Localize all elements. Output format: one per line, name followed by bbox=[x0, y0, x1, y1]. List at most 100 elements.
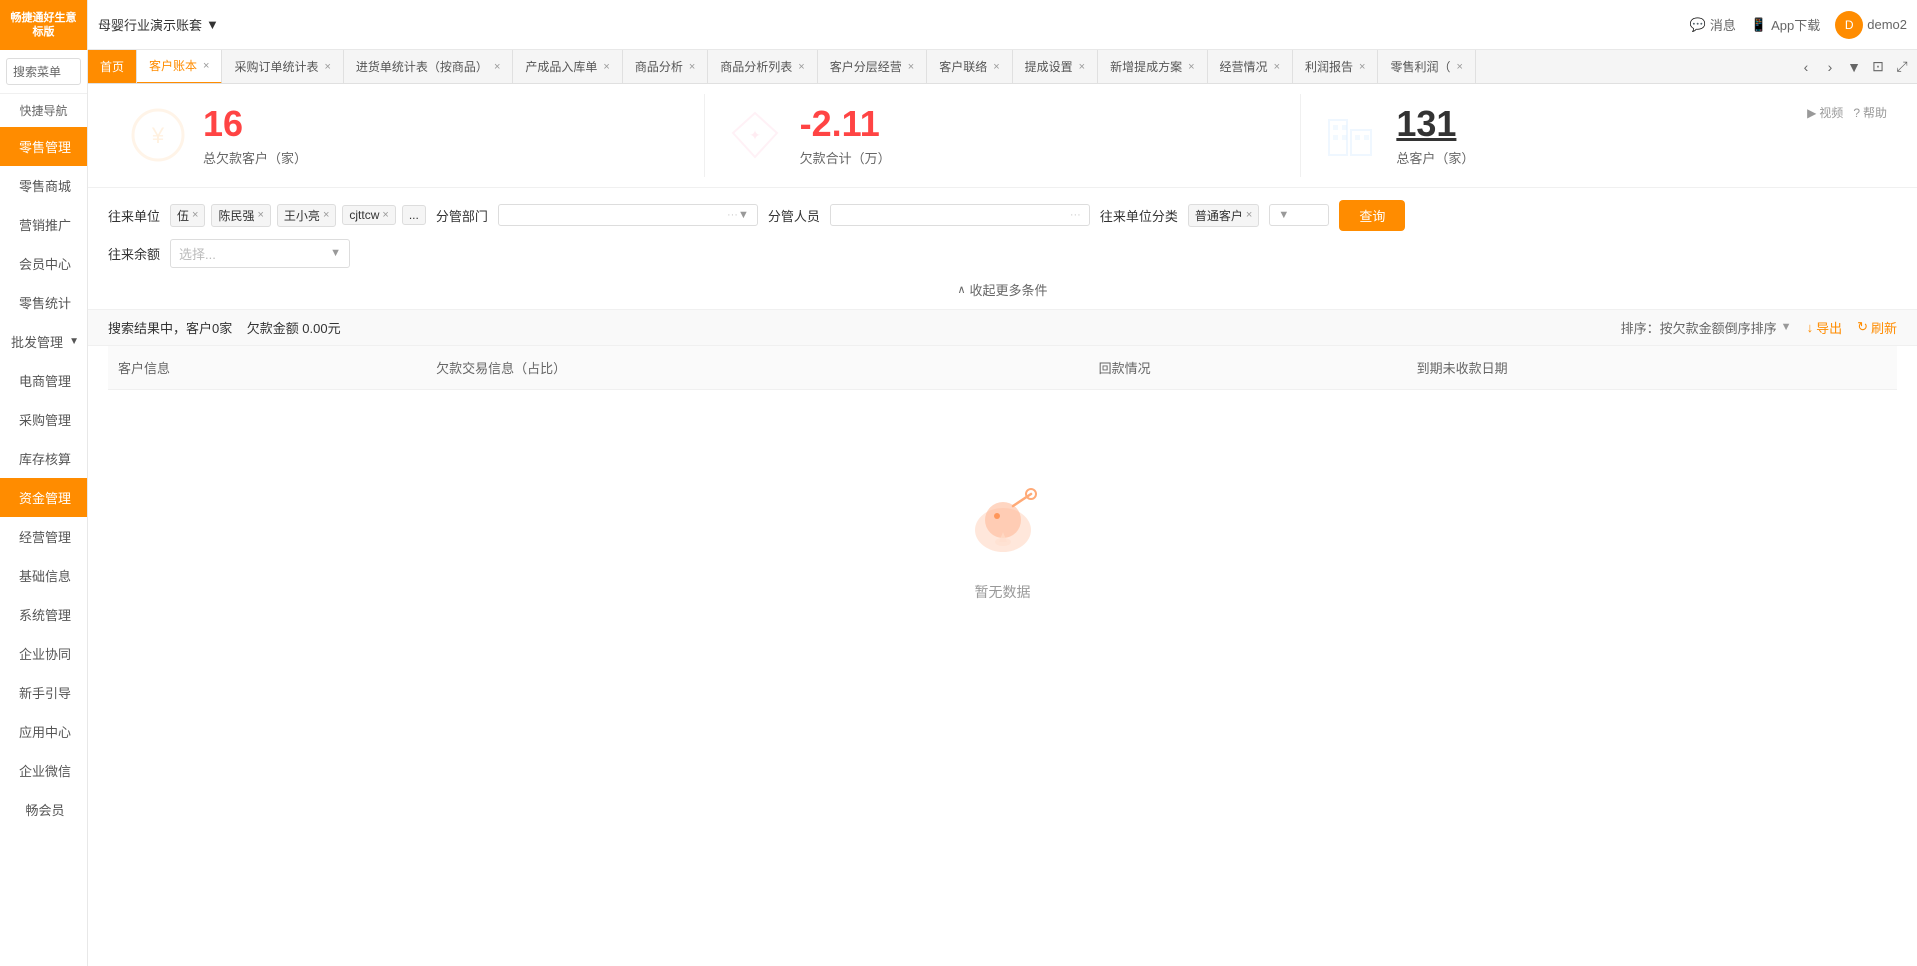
sidebar-item-app-center[interactable]: 应用中心 bbox=[0, 712, 87, 751]
sidebar-item-operations[interactable]: 经营管理 bbox=[0, 517, 87, 556]
tab-close-icon[interactable]: × bbox=[1188, 61, 1194, 73]
tab-next-button[interactable]: › bbox=[1819, 56, 1841, 78]
sidebar-item-basic-info[interactable]: 基础信息 bbox=[0, 556, 87, 595]
tab-close-icon[interactable]: × bbox=[603, 61, 609, 73]
tab-retail-profit[interactable]: 零售利润（ × bbox=[1378, 50, 1475, 84]
sidebar-item-wholesale[interactable]: 批发管理 ▼ bbox=[0, 322, 87, 361]
col-header-due-date: 到期未收款日期 bbox=[1407, 346, 1897, 390]
search-menu-button[interactable]: 搜索菜单 bbox=[6, 58, 81, 85]
tab-more-button[interactable]: ▼ bbox=[1843, 56, 1865, 78]
amount-select[interactable]: 选择... ▼ bbox=[170, 239, 350, 268]
unit-type-select[interactable]: ▼ bbox=[1269, 204, 1329, 226]
tag-remove-icon[interactable]: × bbox=[323, 209, 329, 221]
yuan-icon: ¥ bbox=[128, 105, 188, 165]
sidebar-item-marketing[interactable]: 营销推广 bbox=[0, 205, 87, 244]
sidebar-item-finance[interactable]: 资金管理 bbox=[0, 478, 87, 517]
sidebar-item-wechat[interactable]: 企业微信 bbox=[0, 751, 87, 790]
tab-product-analysis[interactable]: 商品分析 × bbox=[623, 50, 708, 84]
video-help-button[interactable]: ▶ 视频 bbox=[1807, 104, 1843, 121]
export-button[interactable]: ↓ 导出 bbox=[1807, 318, 1843, 337]
sidebar-item-guide[interactable]: 新手引导 bbox=[0, 673, 87, 712]
tab-customer-ledger[interactable]: 客户账本 × bbox=[137, 50, 222, 84]
tab-commission-settings[interactable]: 提成设置 × bbox=[1013, 50, 1098, 84]
building-icon bbox=[1321, 105, 1381, 165]
tab-close-icon[interactable]: × bbox=[1079, 61, 1085, 73]
tag-remove-icon[interactable]: × bbox=[192, 209, 198, 221]
quick-nav-button[interactable]: 快捷导航 bbox=[0, 94, 87, 127]
tab-inventory-stats[interactable]: 进货单统计表（按商品） × bbox=[344, 50, 513, 84]
sidebar-item-member2[interactable]: 畅会员 bbox=[0, 790, 87, 829]
tab-close-icon[interactable]: × bbox=[1274, 61, 1280, 73]
amount-filter-label: 往来余额 bbox=[108, 244, 160, 263]
app-download-button[interactable]: 📱 App下载 bbox=[1751, 15, 1820, 34]
tab-close-icon[interactable]: × bbox=[494, 61, 500, 73]
sidebar-item-retail-stats[interactable]: 零售统计 bbox=[0, 283, 87, 322]
export-icon: ↓ bbox=[1807, 320, 1814, 335]
search-results-actions: 排序：按欠款金额倒序排序 ▼ ↓ 导出 ↻ 刷新 bbox=[1621, 318, 1897, 337]
tab-close-icon[interactable]: × bbox=[1456, 61, 1462, 73]
refresh-button[interactable]: ↻ 刷新 bbox=[1857, 318, 1897, 337]
col-header-payment: 回款情况 bbox=[1089, 346, 1407, 390]
sidebar-item-inventory[interactable]: 库存核算 bbox=[0, 439, 87, 478]
help-button[interactable]: ? 帮助 bbox=[1853, 104, 1887, 121]
account-selector[interactable]: 母婴行业演示账套 ▼ bbox=[98, 15, 219, 34]
tab-customer-contact[interactable]: 客户联络 × bbox=[927, 50, 1012, 84]
tab-close-icon[interactable]: × bbox=[1359, 61, 1365, 73]
svg-text:¥: ¥ bbox=[151, 123, 165, 148]
tab-close-icon[interactable]: × bbox=[993, 61, 999, 73]
sidebar-item-retail-mgmt[interactable]: 零售管理 bbox=[0, 127, 87, 166]
tag-remove-icon[interactable]: × bbox=[382, 209, 388, 221]
result-amount: 欠款金额 0.00元 bbox=[247, 321, 341, 336]
tab-close-icon[interactable]: × bbox=[324, 61, 330, 73]
stat-card-receivable: ✦ -2.11 欠款合计（万） bbox=[705, 94, 1302, 177]
sidebar-item-purchase[interactable]: 采购管理 bbox=[0, 400, 87, 439]
sidebar-item-retail-mall[interactable]: 零售商城 bbox=[0, 166, 87, 205]
tab-prev-button[interactable]: ‹ bbox=[1795, 56, 1817, 78]
tab-close-icon[interactable]: × bbox=[908, 61, 914, 73]
sidebar-item-label: 企业协同 bbox=[19, 647, 71, 662]
tab-close-icon[interactable]: × bbox=[689, 61, 695, 73]
tab-operations[interactable]: 经营情况 × bbox=[1208, 50, 1293, 84]
stat-card-customers: ¥ 16 总欠款客户（家） bbox=[108, 94, 705, 177]
tab-new-commission[interactable]: 新增提成方案 × bbox=[1098, 50, 1207, 84]
sort-selector[interactable]: 排序：按欠款金额倒序排序 ▼ bbox=[1621, 318, 1792, 337]
tab-home[interactable]: 首页 bbox=[88, 50, 137, 84]
tab-close-icon[interactable]: × bbox=[798, 61, 804, 73]
person-select[interactable]: ··· bbox=[830, 204, 1090, 226]
tab-label: 新增提成方案 bbox=[1110, 58, 1182, 75]
sidebar-item-ecommerce[interactable]: 电商管理 bbox=[0, 361, 87, 400]
main-area: 母婴行业演示账套 ▼ 💬 消息 📱 App下载 D demo2 bbox=[88, 0, 1917, 966]
filter-tag-more[interactable]: ... bbox=[402, 205, 426, 225]
stat-values-receivable: -2.11 欠款合计（万） bbox=[800, 104, 891, 167]
tabbar: 首页 客户账本 × 采购订单统计表 × 进货单统计表（按商品） × 产成品入库单… bbox=[88, 50, 1917, 84]
query-button[interactable]: 查询 bbox=[1339, 200, 1405, 231]
tab-production[interactable]: 产成品入库单 × bbox=[513, 50, 622, 84]
question-icon: ? bbox=[1853, 106, 1860, 120]
tag-remove-icon[interactable]: × bbox=[1246, 209, 1252, 221]
tab-label: 客户联络 bbox=[939, 58, 987, 75]
filter-tag-chenminqiang: 陈民强 × bbox=[211, 204, 270, 227]
video-label: 视频 bbox=[1819, 104, 1843, 121]
tab-maximize-button[interactable]: ⤢ bbox=[1891, 56, 1913, 78]
tab-profit-report[interactable]: 利润报告 × bbox=[1293, 50, 1378, 84]
tab-close-icon[interactable]: × bbox=[203, 60, 209, 72]
person-ellipsis: ··· bbox=[1070, 209, 1081, 221]
tab-minimize-button[interactable]: ⊡ bbox=[1867, 56, 1889, 78]
user-menu[interactable]: D demo2 bbox=[1835, 11, 1907, 39]
dept-select[interactable]: ··· ▼ bbox=[498, 204, 758, 226]
tab-product-analysis-list[interactable]: 商品分析列表 × bbox=[708, 50, 817, 84]
tab-label: 商品分析列表 bbox=[720, 58, 792, 75]
more-tags-icon[interactable]: ... bbox=[409, 208, 419, 222]
tab-purchase-order-stats[interactable]: 采购订单统计表 × bbox=[222, 50, 343, 84]
sidebar-item-enterprise[interactable]: 企业协同 bbox=[0, 634, 87, 673]
topbar-left: 母婴行业演示账套 ▼ bbox=[98, 15, 219, 34]
sidebar-item-system[interactable]: 系统管理 bbox=[0, 595, 87, 634]
tag-remove-icon[interactable]: × bbox=[257, 209, 263, 221]
sidebar-item-member[interactable]: 会员中心 bbox=[0, 244, 87, 283]
unit-filter-label: 往来单位 bbox=[108, 206, 160, 225]
collapse-button[interactable]: ∧ 收起更多条件 bbox=[108, 276, 1897, 303]
sidebar-item-label: 经营管理 bbox=[19, 530, 71, 545]
tab-customer-tier[interactable]: 客户分层经营 × bbox=[818, 50, 927, 84]
sidebar-item-label: 批发管理 bbox=[11, 332, 63, 351]
messages-button[interactable]: 💬 消息 bbox=[1690, 15, 1736, 34]
